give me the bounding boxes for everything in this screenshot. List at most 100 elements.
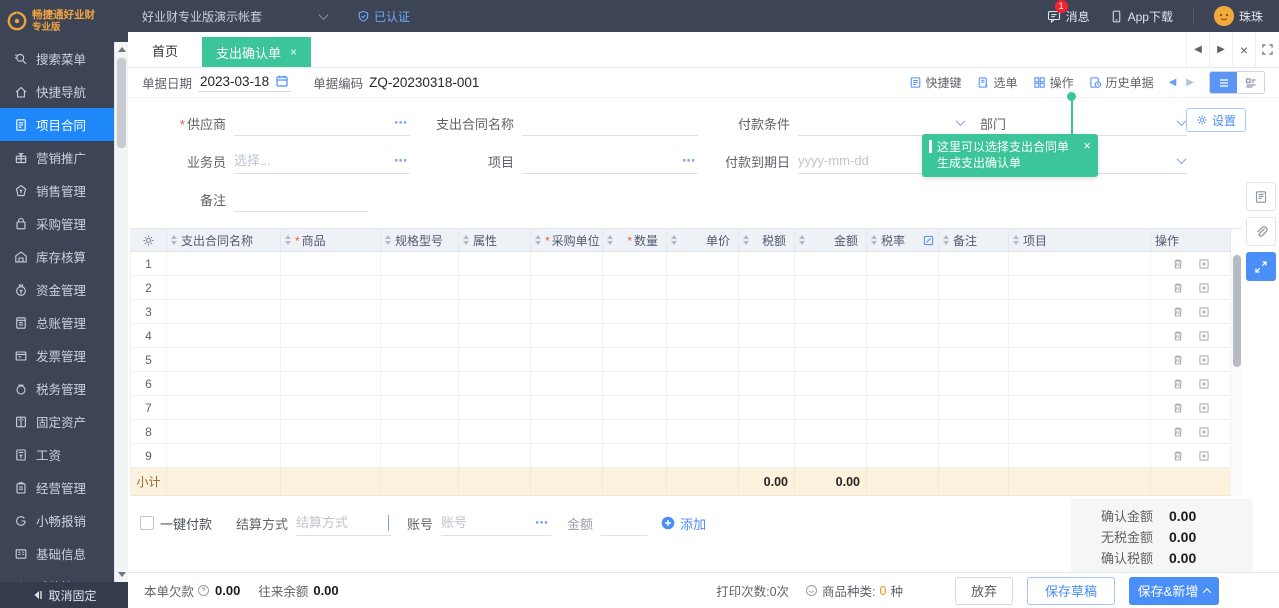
grid-cell-contract-name[interactable] <box>167 300 281 323</box>
grid-cell-remark[interactable] <box>939 252 1009 275</box>
col-header-tax-rate[interactable]: 税率 <box>867 229 939 251</box>
grid-cell-project[interactable] <box>1009 348 1151 371</box>
fullscreen-icon[interactable] <box>1256 32 1279 67</box>
col-header-amount[interactable]: 金额 <box>795 229 867 251</box>
grid-cell-amount[interactable] <box>795 348 867 371</box>
user-menu[interactable]: 珠珠 <box>1213 6 1263 26</box>
insert-row-icon[interactable] <box>1198 378 1210 390</box>
contract-name-input[interactable] <box>522 110 698 136</box>
sidebar-item-base-info[interactable]: 基础信息 <box>0 537 114 570</box>
shortcut-keys-button[interactable]: 快捷键 <box>909 74 962 91</box>
col-header-remark[interactable]: 备注 <box>939 229 1009 251</box>
list-view-button[interactable] <box>1210 72 1237 93</box>
settings-button[interactable]: 设置 <box>1185 108 1246 132</box>
account-selector[interactable]: 好业财专业版演示帐套 <box>142 8 329 25</box>
grid-cell-amount[interactable] <box>795 420 867 443</box>
grid-cell-unit-price[interactable] <box>667 252 739 275</box>
grid-cell-spec[interactable] <box>381 348 459 371</box>
sidebar-item-search-menu[interactable]: 搜索菜单 <box>0 42 114 75</box>
grid-cell-contract-name[interactable] <box>167 348 281 371</box>
grid-cell-spec[interactable] <box>381 300 459 323</box>
grid-cell-tax[interactable] <box>739 420 795 443</box>
sort-icon[interactable] <box>607 235 613 245</box>
grid-cell-purchase-unit[interactable] <box>531 276 603 299</box>
grid-cell-tax-rate[interactable] <box>867 420 939 443</box>
sidebar-item-operation[interactable]: 经营管理 <box>0 471 114 504</box>
sidebar-item-tax[interactable]: 税务管理 <box>0 372 114 405</box>
chevron-down-icon[interactable] <box>1176 154 1187 165</box>
grid-cell-goods[interactable] <box>281 252 381 275</box>
grid-cell-goods[interactable] <box>281 276 381 299</box>
tab-scroll-right-icon[interactable]: ▶ <box>1210 32 1233 67</box>
account-input-el[interactable] <box>441 515 536 530</box>
grid-cell-unit-price[interactable] <box>667 372 739 395</box>
grid-cell-goods[interactable] <box>281 372 381 395</box>
sidebar-item-payroll[interactable]: 工资 <box>0 438 114 471</box>
grid-cell-goods[interactable] <box>281 396 381 419</box>
grid-cell-spec[interactable] <box>381 420 459 443</box>
insert-row-icon[interactable] <box>1198 282 1210 294</box>
grid-cell-project[interactable] <box>1009 396 1151 419</box>
grid-cell-remark[interactable] <box>939 420 1009 443</box>
tooltip-close-icon[interactable]: × <box>1083 139 1091 171</box>
grid-cell-unit-price[interactable] <box>667 444 739 467</box>
grid-cell-project[interactable] <box>1009 372 1151 395</box>
grid-cell-remark[interactable] <box>939 324 1009 347</box>
account-input[interactable]: ⋯ <box>441 510 552 536</box>
doc-date-input[interactable]: 2023-03-18 <box>198 74 292 92</box>
sidebar-scrollbar[interactable] <box>114 42 128 582</box>
grid-cell-unit-price[interactable] <box>667 300 739 323</box>
grid-cell-tax[interactable] <box>739 444 795 467</box>
remark-input[interactable] <box>234 186 368 212</box>
col-header-attribute[interactable]: 属性 <box>459 229 531 251</box>
sidebar-item-quick-nav[interactable]: 快捷导航 <box>0 75 114 108</box>
sidebar-item-sales[interactable]: 销售管理 <box>0 174 114 207</box>
grid-cell-spec[interactable] <box>381 276 459 299</box>
sidebar-item-project-contract[interactable]: 项目合同 <box>0 108 114 141</box>
sort-icon[interactable] <box>871 235 877 245</box>
grid-cell-purchase-unit[interactable] <box>531 348 603 371</box>
grid-cell-quantity[interactable] <box>603 420 667 443</box>
grid-cell-remark[interactable] <box>939 372 1009 395</box>
sidebar-item-funds[interactable]: 资金管理 <box>0 273 114 306</box>
department-input-el[interactable] <box>1014 115 1171 130</box>
insert-row-icon[interactable] <box>1198 258 1210 270</box>
grid-cell-unit-price[interactable] <box>667 276 739 299</box>
grid-cell-contract-name[interactable] <box>167 444 281 467</box>
trash-icon[interactable] <box>1172 354 1184 366</box>
doc-image-button[interactable] <box>1246 182 1276 211</box>
payment-terms-input-el[interactable] <box>798 115 950 130</box>
col-header-purchase-unit[interactable]: * 采购单位 <box>531 229 603 251</box>
supplier-input-el[interactable] <box>234 115 394 130</box>
chevron-down-icon[interactable] <box>388 515 390 531</box>
trash-icon[interactable] <box>1172 306 1184 318</box>
grid-cell-quantity[interactable] <box>603 372 667 395</box>
grid-cell-amount[interactable] <box>795 372 867 395</box>
save-draft-button[interactable]: 保存草稿 <box>1027 576 1115 605</box>
grid-cell-attribute[interactable] <box>459 324 531 347</box>
ellipsis-picker-icon[interactable]: ⋯ <box>394 153 408 169</box>
grid-cell-tax-rate[interactable] <box>867 444 939 467</box>
grid-cell-amount[interactable] <box>795 396 867 419</box>
operations-button[interactable]: 操作 <box>1033 74 1074 91</box>
scroll-up-icon[interactable] <box>118 47 126 52</box>
tab-scroll-left-icon[interactable]: ◀ <box>1187 32 1210 67</box>
grid-cell-project[interactable] <box>1009 420 1151 443</box>
salesman-input[interactable]: ⋯ <box>234 148 410 174</box>
grid-cell-amount[interactable] <box>795 444 867 467</box>
sidebar-item-general-ledger[interactable]: 总账管理 <box>0 306 114 339</box>
grid-cell-unit-price[interactable] <box>667 420 739 443</box>
insert-row-icon[interactable] <box>1198 450 1210 462</box>
scroll-down-icon[interactable] <box>118 572 126 577</box>
col-header-goods[interactable]: * 商品 <box>281 229 381 251</box>
abandon-button[interactable]: 放弃 <box>955 576 1013 605</box>
settlement-select[interactable] <box>296 510 392 536</box>
grid-cell-contract-name[interactable] <box>167 396 281 419</box>
insert-row-icon[interactable] <box>1198 426 1210 438</box>
grid-cell-purchase-unit[interactable] <box>531 252 603 275</box>
grid-scrollbar[interactable] <box>1230 253 1242 496</box>
grid-cell-tax[interactable] <box>739 396 795 419</box>
sidebar-scroll-thumb[interactable] <box>117 58 126 148</box>
grid-cell-amount[interactable] <box>795 300 867 323</box>
batch-edit-icon[interactable] <box>920 235 934 246</box>
